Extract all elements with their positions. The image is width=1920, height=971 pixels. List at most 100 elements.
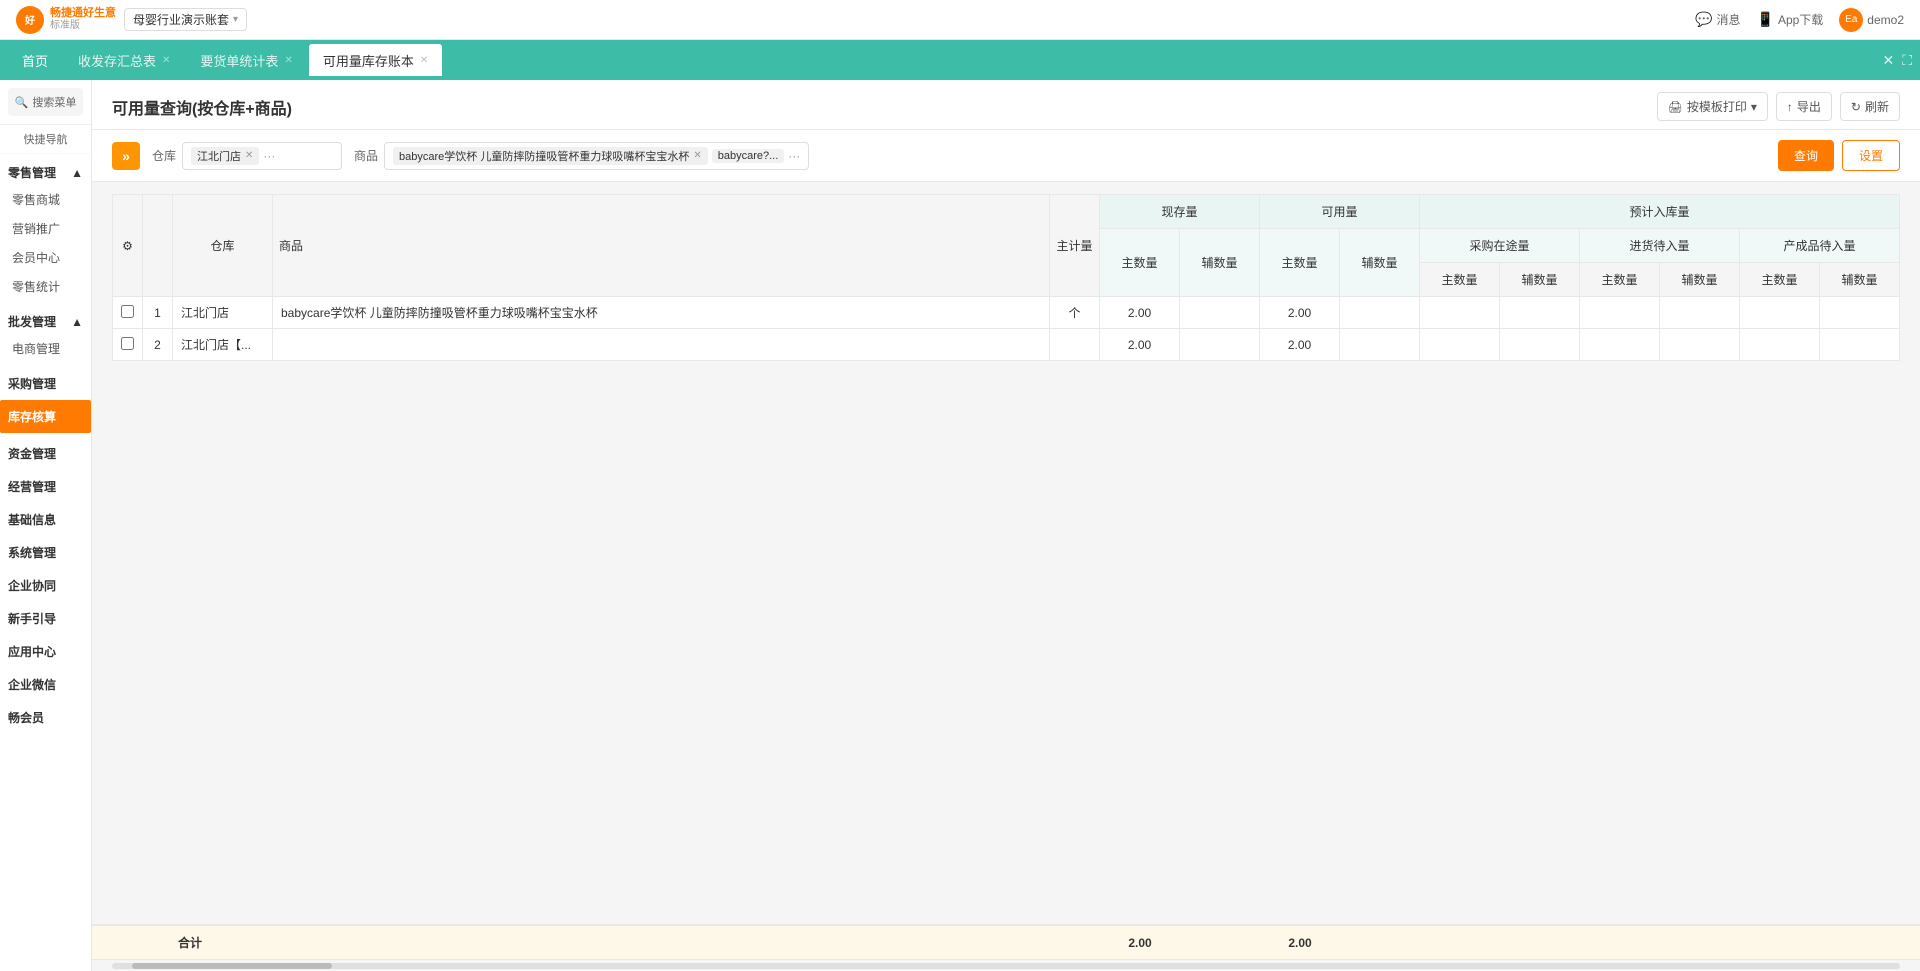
- page-title: 可用量查询(按仓库+商品): [112, 95, 292, 119]
- tab-order-stat[interactable]: 要货单统计表 ✕: [186, 44, 306, 76]
- sidebar-item-ecommerce[interactable]: 电商管理: [0, 334, 91, 363]
- company-name: 母婴行业演示账套: [133, 11, 229, 28]
- company-selector[interactable]: 母婴行业演示账套 ▾: [124, 8, 247, 31]
- nav-right-controls: ✕ ⛶: [1882, 52, 1912, 69]
- export-button[interactable]: ↑ 导出: [1776, 92, 1832, 121]
- th-current-sub: 辅数量: [1180, 229, 1260, 297]
- sidebar-item-marketing[interactable]: 营销推广: [0, 214, 91, 243]
- sidebar-item-retail-stats[interactable]: 零售统计: [0, 272, 91, 301]
- tab-order-stat-label: 要货单统计表: [200, 51, 278, 70]
- sidebar-enterprise-header[interactable]: 企业协同: [0, 569, 91, 598]
- warehouse-input[interactable]: 江北门店 ✕ ···: [182, 142, 342, 170]
- row-incoming-sub-1: [1660, 329, 1740, 361]
- sidebar-wholesale-header[interactable]: 批发管理 ▲: [0, 305, 91, 334]
- product-input[interactable]: babycare学饮杯 儿童防摔防撞吸管杯重力球吸嘴杯宝宝水杯 ✕ babyca…: [384, 142, 809, 170]
- sidebar-finance-header[interactable]: 资金管理: [0, 437, 91, 466]
- filter-bar: » 仓库 江北门店 ✕ ··· 商品 babycare学饮杯 儿童防摔防撞吸管杯…: [92, 130, 1920, 182]
- warehouse-tag-remove[interactable]: ✕: [245, 150, 253, 161]
- product-tag-2-text: babycare?...: [718, 150, 779, 162]
- print-chevron-icon: ▾: [1751, 100, 1757, 114]
- th-production-group: 产成品待入量: [1740, 229, 1900, 263]
- sidebar-app-center-header[interactable]: 应用中心: [0, 635, 91, 664]
- sidebar-retail-expand-icon: ▲: [71, 166, 83, 180]
- refresh-icon: ↻: [1851, 100, 1861, 114]
- tab-available-close[interactable]: ✕: [420, 55, 428, 66]
- message-icon: 💬: [1695, 11, 1712, 28]
- print-label: 按模板打印: [1687, 98, 1747, 115]
- sidebar-item-retail-mall[interactable]: 零售商城: [0, 185, 91, 214]
- sidebar-item-quick-nav[interactable]: 快捷导航: [0, 125, 91, 154]
- row-index-1: 2: [143, 329, 173, 361]
- sidebar-section-newbie: 新手引导: [0, 600, 91, 633]
- row-unit-0: 个: [1050, 297, 1100, 329]
- bottom-scrollbar[interactable]: [92, 959, 1920, 971]
- print-button[interactable]: 🖨 按模板打印 ▾: [1657, 92, 1768, 121]
- scrollbar-track: [112, 963, 1900, 969]
- sidebar-section-wechat: 企业微信: [0, 666, 91, 699]
- sidebar-basic-header[interactable]: 基础信息: [0, 503, 91, 532]
- tab-home[interactable]: 首页: [8, 44, 62, 76]
- sidebar-retail-header[interactable]: 零售管理 ▲: [0, 156, 91, 185]
- product-filter-group: 商品 babycare学饮杯 儿童防摔防撞吸管杯重力球吸嘴杯宝宝水杯 ✕ bab…: [354, 142, 809, 170]
- th-purchase-in-main: 主数量: [1420, 263, 1500, 297]
- logo-text: 畅捷通好生意: [50, 7, 116, 20]
- user-profile[interactable]: Ea demo2: [1839, 8, 1904, 32]
- arrow-right-icon: »: [122, 148, 130, 164]
- sidebar-finance-label: 资金管理: [8, 445, 56, 462]
- product-more-icon[interactable]: ···: [788, 149, 800, 163]
- row-production-main-0: [1740, 297, 1820, 329]
- warehouse-label: 仓库: [152, 147, 176, 164]
- row-check-0[interactable]: [113, 297, 143, 329]
- data-table: ⚙ 仓库 商品 主计量 现存量 可用量 预计入库量 主数量 辅数量 主数量: [112, 194, 1900, 361]
- sidebar-wholesale-label: 批发管理: [8, 313, 56, 330]
- sidebar-system-header[interactable]: 系统管理: [0, 536, 91, 565]
- sidebar-section-operation: 经营管理: [0, 468, 91, 501]
- table-row: 2 江北门店【... 2.00 2.00: [113, 329, 1900, 361]
- sidebar-purchase-header[interactable]: 采购管理: [0, 367, 91, 396]
- tab-receive[interactable]: 收发存汇总表 ✕: [64, 44, 184, 76]
- filter-actions: 查询 设置: [1778, 140, 1900, 171]
- tab-available[interactable]: 可用量库存账本 ✕: [309, 44, 442, 76]
- row-production-sub-0: [1820, 297, 1900, 329]
- sidebar-item-members[interactable]: 会员中心: [0, 243, 91, 272]
- th-incoming-main: 主数量: [1580, 263, 1660, 297]
- row-purchase-in-sub-0: [1500, 297, 1580, 329]
- top-bar-right: 💬 消息 📱 App下载 Ea demo2: [1695, 8, 1904, 32]
- row-check-1[interactable]: [113, 329, 143, 361]
- warehouse-more-icon[interactable]: ···: [263, 149, 275, 163]
- settings-button[interactable]: 设置: [1842, 140, 1900, 171]
- query-button[interactable]: 查询: [1778, 140, 1834, 171]
- product-tag-1-remove[interactable]: ✕: [693, 150, 701, 161]
- tab-order-stat-close[interactable]: ✕: [284, 55, 292, 66]
- sidebar-member-header[interactable]: 畅会员: [0, 701, 91, 730]
- sidebar-inventory-header[interactable]: 库存核算: [0, 400, 91, 433]
- message-button[interactable]: 💬 消息: [1695, 11, 1740, 28]
- row-incoming-main-1: [1580, 329, 1660, 361]
- row-checkbox-0[interactable]: [121, 305, 134, 318]
- product-label: 商品: [354, 147, 378, 164]
- sidebar-wechat-header[interactable]: 企业微信: [0, 668, 91, 697]
- row-purchase-in-sub-1: [1500, 329, 1580, 361]
- app-download-button[interactable]: 📱 App下载: [1757, 11, 1824, 28]
- filter-toggle-button[interactable]: »: [112, 142, 140, 170]
- sidebar-operation-header[interactable]: 经营管理: [0, 470, 91, 499]
- th-available-sub: 辅数量: [1340, 229, 1420, 297]
- export-label: 导出: [1797, 98, 1821, 115]
- sidebar-newbie-header[interactable]: 新手引导: [0, 602, 91, 631]
- th-incoming-sub: 辅数量: [1660, 263, 1740, 297]
- scrollbar-thumb[interactable]: [132, 963, 332, 969]
- refresh-button[interactable]: ↻ 刷新: [1840, 92, 1900, 121]
- th-settings[interactable]: ⚙: [113, 195, 143, 297]
- maximize-icon[interactable]: ⛶: [1902, 52, 1912, 69]
- page-header: 可用量查询(按仓库+商品) 🖨 按模板打印 ▾ ↑ 导出 ↻ 刷新: [92, 80, 1920, 130]
- table-container[interactable]: ⚙ 仓库 商品 主计量 现存量 可用量 预计入库量 主数量 辅数量 主数量: [92, 182, 1920, 924]
- row-available-sub-1: [1340, 329, 1420, 361]
- th-product: 商品: [273, 195, 1050, 297]
- search-menu-button[interactable]: 🔍 搜索菜单: [8, 88, 83, 116]
- sidebar-basic-label: 基础信息: [8, 511, 56, 528]
- product-tag-1-text: babycare学饮杯 儿童防摔防撞吸管杯重力球吸嘴杯宝宝水杯: [399, 148, 689, 164]
- warehouse-tag: 江北门店 ✕: [191, 147, 259, 165]
- row-checkbox-1[interactable]: [121, 337, 134, 350]
- tab-receive-close[interactable]: ✕: [162, 55, 170, 66]
- close-window-icon[interactable]: ✕: [1882, 52, 1894, 69]
